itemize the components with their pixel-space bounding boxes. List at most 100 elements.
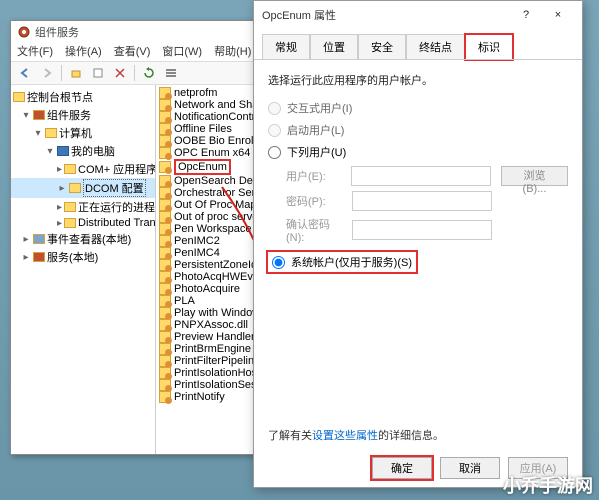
list-button[interactable] <box>161 63 181 83</box>
list-item[interactable]: Network and Sharing C <box>156 99 259 111</box>
list-item-label: OpenSearch Descriptio <box>174 175 259 187</box>
help-button[interactable]: ? <box>510 3 542 27</box>
list-item[interactable]: PenIMC4 <box>156 247 259 259</box>
list-item[interactable]: Pen Workspace Disco <box>156 223 259 235</box>
list-item[interactable]: Orchestrator Service <box>156 187 259 199</box>
dialog-titlebar[interactable]: OpcEnum 属性 ? × <box>254 1 582 29</box>
tree-node[interactable]: ▸事件查看器(本地) <box>11 230 155 248</box>
list-item[interactable]: PhotoAcqHWEventHan <box>156 271 259 283</box>
expander-icon[interactable]: ▸ <box>21 252 31 263</box>
folder-icon <box>13 92 25 102</box>
tab-identity[interactable]: 标识 <box>465 34 513 60</box>
tab-endpoints[interactable]: 终结点 <box>406 34 465 60</box>
list-item[interactable]: PersistentZoneIdentifi <box>156 259 259 271</box>
toolbar <box>11 61 259 85</box>
ok-button[interactable]: 确定 <box>372 457 432 479</box>
browse-button[interactable]: 浏览(B)... <box>501 166 568 186</box>
tab-security[interactable]: 安全 <box>358 34 406 60</box>
tab-body: 选择运行此应用程序的用户帐户。 交互式用户(I) 启动用户(L) 下列用户(U)… <box>254 59 582 487</box>
tree-node-selected[interactable]: ▸DCOM 配置 <box>11 178 155 198</box>
list-item[interactable]: PrintIsolationSessionHo <box>156 379 259 391</box>
list-pane[interactable]: netprofmNetwork and Sharing CNotificatio… <box>156 85 259 454</box>
tree-root[interactable]: 控制台根节点 <box>11 88 155 106</box>
expander-icon[interactable]: ▾ <box>33 128 43 139</box>
expander-icon[interactable]: ▸ <box>57 218 62 229</box>
list-item-label: netprofm <box>174 87 217 99</box>
separator <box>134 65 135 81</box>
expander-icon[interactable]: ▾ <box>45 146 55 157</box>
tree-node[interactable]: ▸正在运行的进程 <box>11 198 155 216</box>
tree-node[interactable]: ▾计算机 <box>11 124 155 142</box>
expander-icon[interactable]: ▸ <box>57 183 67 194</box>
list-item[interactable]: OPC Enum x64 Catego <box>156 147 259 159</box>
list-item[interactable]: Out Of Proc Mapi Han <box>156 199 259 211</box>
radio-input[interactable] <box>272 256 285 269</box>
tree-node[interactable]: ▾组件服务 <box>11 106 155 124</box>
radio-this-user[interactable]: 下列用户(U) <box>268 144 568 160</box>
tree-label: 我的电脑 <box>71 143 115 159</box>
menu-help[interactable]: 帮助(H) <box>214 43 251 61</box>
component-icon <box>159 161 171 173</box>
list-item[interactable]: PrintNotify <box>156 391 259 403</box>
mmc-window: 组件服务 文件(F) 操作(A) 查看(V) 窗口(W) 帮助(H) 控制台根节… <box>10 20 260 455</box>
list-item[interactable]: OpenSearch Descriptio <box>156 175 259 187</box>
expander-icon[interactable]: ▸ <box>57 202 62 213</box>
user-row: 用户(E): 浏览(B)... <box>286 166 568 186</box>
forward-button[interactable] <box>37 63 57 83</box>
tree-node[interactable]: ▾ 我的电脑 <box>11 142 155 160</box>
list-item[interactable]: NotificationController A <box>156 111 259 123</box>
info-link[interactable]: 设置这些属性 <box>312 430 378 442</box>
radio-input[interactable] <box>268 146 281 159</box>
list-item-label: PLA <box>174 295 195 307</box>
list-item[interactable]: PNPXAssoc.dll <box>156 319 259 331</box>
list-item-opcenum[interactable]: OpcEnum <box>156 159 259 175</box>
up-button[interactable] <box>66 63 86 83</box>
list-item[interactable]: PLA <box>156 295 259 307</box>
list-item[interactable]: PhotoAcquire <box>156 283 259 295</box>
menu-file[interactable]: 文件(F) <box>17 43 53 61</box>
list-item[interactable]: PenIMC2 <box>156 235 259 247</box>
list-item-label: Orchestrator Service <box>174 187 259 199</box>
refresh-button[interactable] <box>139 63 159 83</box>
radio-system-account[interactable]: 系统帐户(仅用于服务)(S) <box>268 252 416 272</box>
menu-view[interactable]: 查看(V) <box>114 43 151 61</box>
component-icon <box>159 87 171 99</box>
tree-pane[interactable]: 控制台根节点 ▾组件服务 ▾计算机 ▾ 我的电脑 ▸COM+ 应用程序 ▸DCOM… <box>11 85 156 454</box>
component-icon <box>159 147 171 159</box>
confirm-password-input[interactable] <box>352 220 492 240</box>
list-item[interactable]: PrintIsolationHost <box>156 367 259 379</box>
expander-icon[interactable]: ▸ <box>57 164 62 175</box>
component-icon <box>159 223 171 235</box>
menu-window[interactable]: 窗口(W) <box>162 43 202 61</box>
back-button[interactable] <box>15 63 35 83</box>
list-item[interactable]: Offline Files <box>156 123 259 135</box>
expander-icon[interactable]: ▾ <box>21 110 31 121</box>
component-icon <box>159 283 171 295</box>
list-item-label: OPC Enum x64 Catego <box>174 147 259 159</box>
tab-location[interactable]: 位置 <box>310 34 358 60</box>
props-button[interactable] <box>88 63 108 83</box>
list-item-label: PrintIsolationHost <box>174 367 259 379</box>
password-input[interactable] <box>352 191 492 211</box>
tab-general[interactable]: 常规 <box>262 34 310 60</box>
expander-icon[interactable]: ▸ <box>21 234 31 245</box>
user-input[interactable] <box>351 166 491 186</box>
info-text: 了解有关设置这些属性的详细信息。 <box>268 427 444 443</box>
list-item[interactable]: Out of proc server to <box>156 211 259 223</box>
close-button[interactable]: × <box>542 3 574 27</box>
radio-label: 下列用户(U) <box>287 144 346 160</box>
delete-button[interactable] <box>110 63 130 83</box>
list-item[interactable]: netprofm <box>156 87 259 99</box>
list-item-label: PrintNotify <box>174 391 225 403</box>
cancel-button[interactable]: 取消 <box>440 457 500 479</box>
list-item[interactable]: OOBE Bio Enrollment <box>156 135 259 147</box>
list-item[interactable]: Preview Handler Surro <box>156 331 259 343</box>
tree-node[interactable]: ▸服务(本地) <box>11 248 155 266</box>
list-item[interactable]: PrintBrmEngine <box>156 343 259 355</box>
list-item[interactable]: PrintFilterPipelineSvc <box>156 355 259 367</box>
tree-node[interactable]: ▸COM+ 应用程序 <box>11 160 155 178</box>
tree-node[interactable]: ▸Distributed Tran <box>11 216 155 230</box>
menu-action[interactable]: 操作(A) <box>65 43 102 61</box>
list-item-label: PrintBrmEngine <box>174 343 251 355</box>
list-item[interactable]: Play with Windows Me <box>156 307 259 319</box>
